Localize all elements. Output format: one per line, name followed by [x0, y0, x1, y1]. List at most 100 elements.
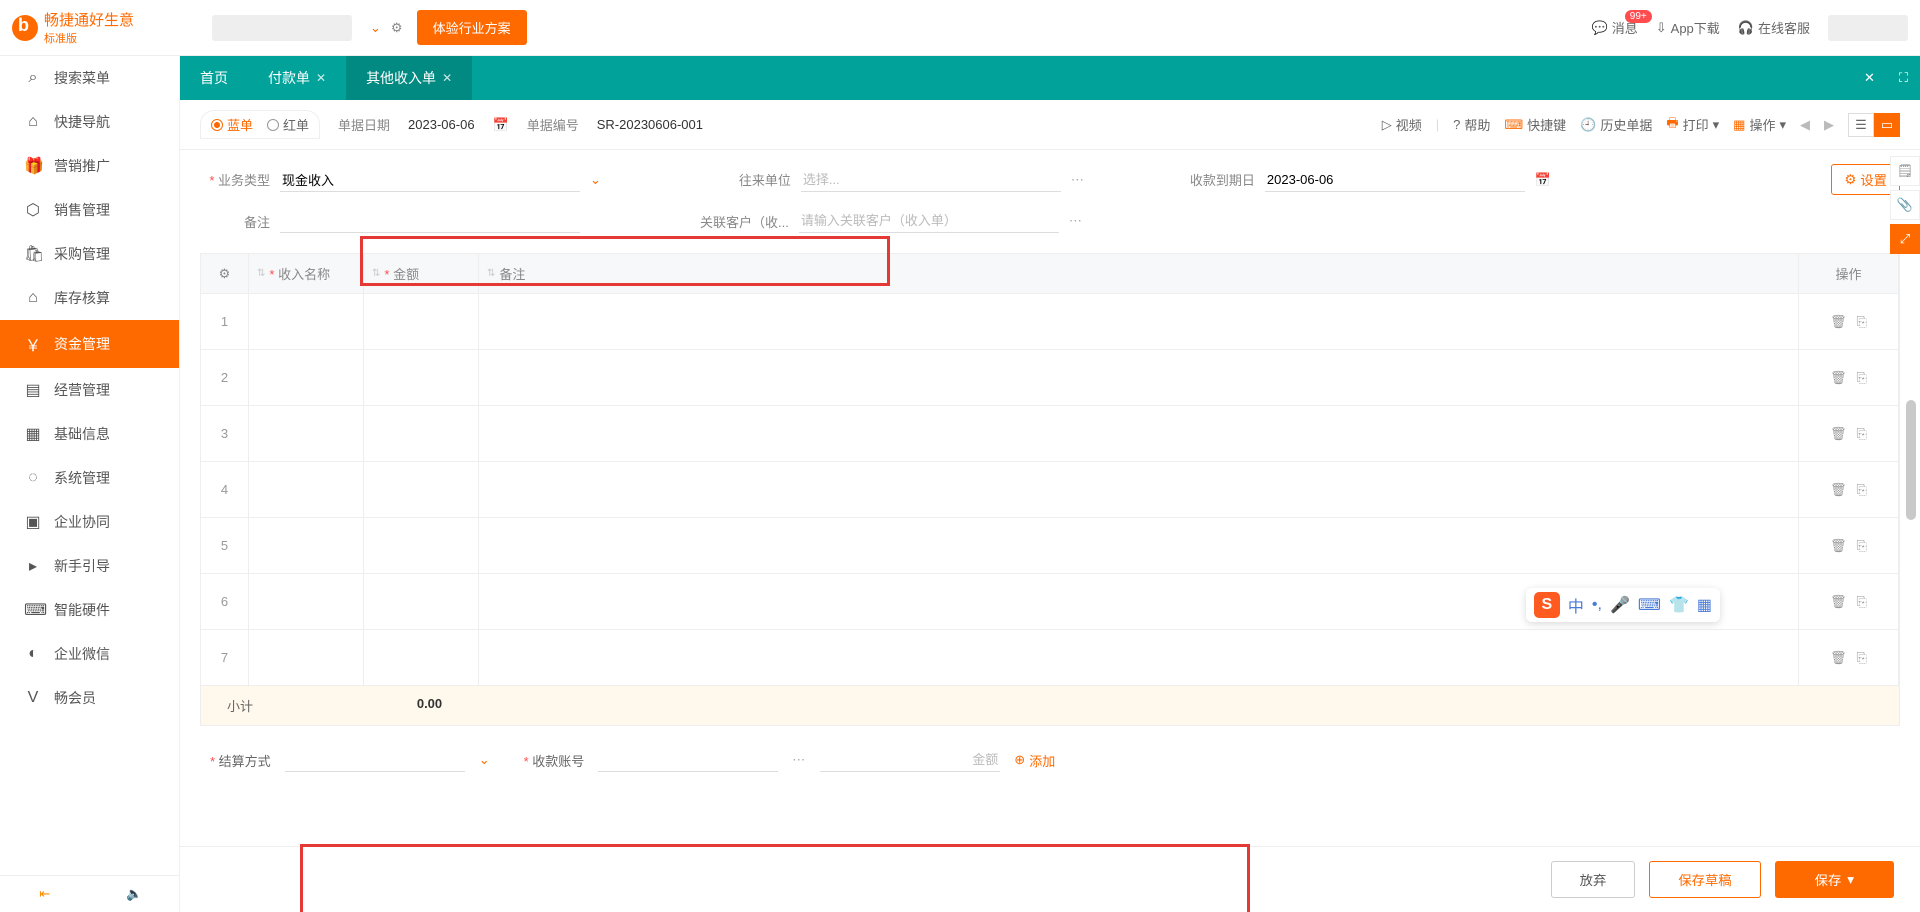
prev-doc-icon[interactable]: ◀ — [1800, 117, 1810, 133]
rail-expand-icon[interactable]: ⤢ — [1890, 224, 1920, 254]
copy-row-icon[interactable]: ⎘ — [1857, 594, 1867, 610]
col-note[interactable]: ⇅备注 — [479, 254, 1799, 293]
more-icon[interactable]: ⋯ — [1071, 172, 1085, 188]
more-icon[interactable]: ⋯ — [792, 752, 806, 768]
radio-red[interactable]: 红单 — [267, 115, 309, 134]
sidebar-sound-icon[interactable]: 🔈 — [90, 876, 180, 912]
tab-0[interactable]: 首页 — [180, 56, 248, 100]
table-row[interactable]: 1🗑⎘ — [201, 294, 1899, 350]
delete-row-icon[interactable]: 🗑 — [1830, 482, 1847, 498]
doc-date-value[interactable]: 2023-06-06 — [408, 117, 475, 132]
sidebar-item-6[interactable]: ￥资金管理 — [0, 320, 179, 368]
table-row[interactable]: 3🗑⎘ — [201, 406, 1899, 462]
copy-row-icon[interactable]: ⎘ — [1857, 650, 1867, 666]
discard-button[interactable]: 放弃 — [1551, 861, 1636, 898]
sidebar-item-5[interactable]: ⌂库存核算 — [0, 276, 179, 320]
view-list-icon[interactable]: ☰ — [1848, 113, 1874, 137]
sidebar-item-9[interactable]: ◌系统管理 — [0, 456, 179, 500]
video-link[interactable]: ▷视频 — [1382, 115, 1422, 134]
tab-1[interactable]: 付款单✕ — [248, 56, 346, 100]
sidebar-item-2[interactable]: 🎁营销推广 — [0, 144, 179, 188]
sidebar-item-11[interactable]: ▸新手引导 — [0, 544, 179, 588]
more-icon[interactable]: ⋯ — [1069, 213, 1083, 229]
col-amount[interactable]: ⇅金额 — [364, 254, 479, 293]
save-button[interactable]: 保存▾ — [1775, 861, 1894, 898]
ime-skin-icon[interactable]: 👕 — [1669, 595, 1689, 615]
add-settlement-button[interactable]: ⊕添加 — [1014, 751, 1055, 770]
gear-icon[interactable]: ⚙ — [391, 20, 403, 36]
settle-amt-input[interactable] — [820, 748, 1000, 772]
close-tab-icon[interactable]: ✕ — [442, 71, 452, 85]
delete-row-icon[interactable]: 🗑 — [1830, 426, 1847, 442]
help-link[interactable]: ?帮助 — [1453, 115, 1490, 134]
chevron-down-icon[interactable]: ⌄ — [590, 172, 601, 188]
ime-keyboard-icon[interactable]: ⌨ — [1638, 595, 1661, 615]
copy-row-icon[interactable]: ⎘ — [1857, 370, 1867, 386]
delete-row-icon[interactable]: 🗑 — [1830, 314, 1847, 330]
table-row[interactable]: 5🗑⎘ — [201, 518, 1899, 574]
table-row[interactable]: 7🗑⎘ — [201, 630, 1899, 686]
view-form-icon[interactable]: ▭ — [1874, 113, 1900, 137]
sidebar-label: 资金管理 — [54, 334, 110, 354]
fullscreen-icon[interactable]: ⛶ — [1887, 70, 1920, 86]
chevron-down-icon[interactable]: ⌄ — [479, 752, 490, 768]
delete-row-icon[interactable]: 🗑 — [1830, 538, 1847, 554]
rail-note-icon[interactable]: 🗒 — [1890, 156, 1920, 186]
ops-link[interactable]: ▦操作▾ — [1733, 115, 1786, 134]
shortcut-link[interactable]: ⌨快捷键 — [1504, 115, 1566, 134]
next-doc-icon[interactable]: ▶ — [1824, 117, 1834, 133]
settle-method-input[interactable] — [285, 748, 465, 772]
sidebar-collapse-icon[interactable]: ⇤ — [0, 876, 90, 912]
table-row[interactable]: 4🗑⎘ — [201, 462, 1899, 518]
save-draft-button[interactable]: 保存草稿 — [1649, 861, 1760, 898]
online-service-link[interactable]: 🎧 在线客服 — [1738, 18, 1810, 37]
chevron-down-icon[interactable]: ⌄ — [370, 20, 381, 36]
messages-link[interactable]: 💬 消息 99+ — [1592, 18, 1638, 37]
ime-lang[interactable]: 中 — [1568, 593, 1584, 617]
ime-toolbar[interactable]: S 中 •, 🎤 ⌨ 👕 ▦ — [1526, 588, 1720, 622]
ime-mic-icon[interactable]: 🎤 — [1610, 595, 1630, 615]
sidebar-item-4[interactable]: 🛍采购管理 — [0, 232, 179, 276]
copy-row-icon[interactable]: ⎘ — [1857, 426, 1867, 442]
radio-blue[interactable]: 蓝单 — [211, 115, 253, 134]
org-selector[interactable]: ⌄ — [212, 15, 391, 41]
due-input[interactable] — [1265, 168, 1525, 192]
tab-2[interactable]: 其他收入单✕ — [346, 56, 472, 100]
copy-row-icon[interactable]: ⎘ — [1857, 538, 1867, 554]
sidebar-item-0[interactable]: ⌕搜索菜单 — [0, 56, 179, 100]
delete-row-icon[interactable]: 🗑 — [1830, 370, 1847, 386]
col-name[interactable]: ⇅收入名称 — [249, 254, 364, 293]
sidebar-item-3[interactable]: ⬡销售管理 — [0, 188, 179, 232]
settle-acct-input[interactable] — [598, 748, 778, 772]
rail-attach-icon[interactable]: 📎 — [1890, 190, 1920, 220]
sidebar-item-14[interactable]: V畅会员 — [0, 676, 179, 720]
ime-punct-icon[interactable]: •, — [1592, 596, 1602, 614]
sidebar-item-12[interactable]: ⌨智能硬件 — [0, 588, 179, 632]
print-link[interactable]: 🖶打印▾ — [1666, 114, 1719, 136]
history-link[interactable]: 🕘历史单据 — [1580, 115, 1652, 134]
sidebar-item-13[interactable]: ◐企业微信 — [0, 632, 179, 676]
delete-row-icon[interactable]: 🗑 — [1830, 650, 1847, 666]
unit-input[interactable] — [801, 168, 1061, 192]
sidebar-item-10[interactable]: ▣企业协同 — [0, 500, 179, 544]
close-tab-icon[interactable]: ✕ — [316, 71, 326, 85]
remark-input[interactable] — [280, 209, 580, 233]
delete-row-icon[interactable]: 🗑 — [1830, 594, 1847, 610]
scrollbar[interactable] — [1906, 400, 1916, 520]
sidebar-item-7[interactable]: ▤经营管理 — [0, 368, 179, 412]
table-row[interactable]: 2🗑⎘ — [201, 350, 1899, 406]
try-industry-button[interactable]: 体验行业方案 — [417, 10, 527, 45]
user-avatar[interactable] — [1828, 15, 1908, 41]
calendar-icon[interactable]: 📅 — [1535, 172, 1551, 188]
biztype-input[interactable] — [280, 168, 580, 192]
sidebar-item-1[interactable]: ⌂快捷导航 — [0, 100, 179, 144]
calendar-icon[interactable]: 📅 — [493, 117, 509, 133]
copy-row-icon[interactable]: ⎘ — [1857, 482, 1867, 498]
copy-row-icon[interactable]: ⎘ — [1857, 314, 1867, 330]
sidebar-item-8[interactable]: ▦基础信息 — [0, 412, 179, 456]
table-gear-icon[interactable]: ⚙ — [201, 254, 249, 293]
app-download-link[interactable]: ⇩ App下载 — [1656, 18, 1720, 37]
relcust-input[interactable] — [799, 209, 1059, 233]
close-all-tabs-icon[interactable]: ✕ — [1852, 70, 1887, 86]
ime-grid-icon[interactable]: ▦ — [1697, 595, 1712, 615]
